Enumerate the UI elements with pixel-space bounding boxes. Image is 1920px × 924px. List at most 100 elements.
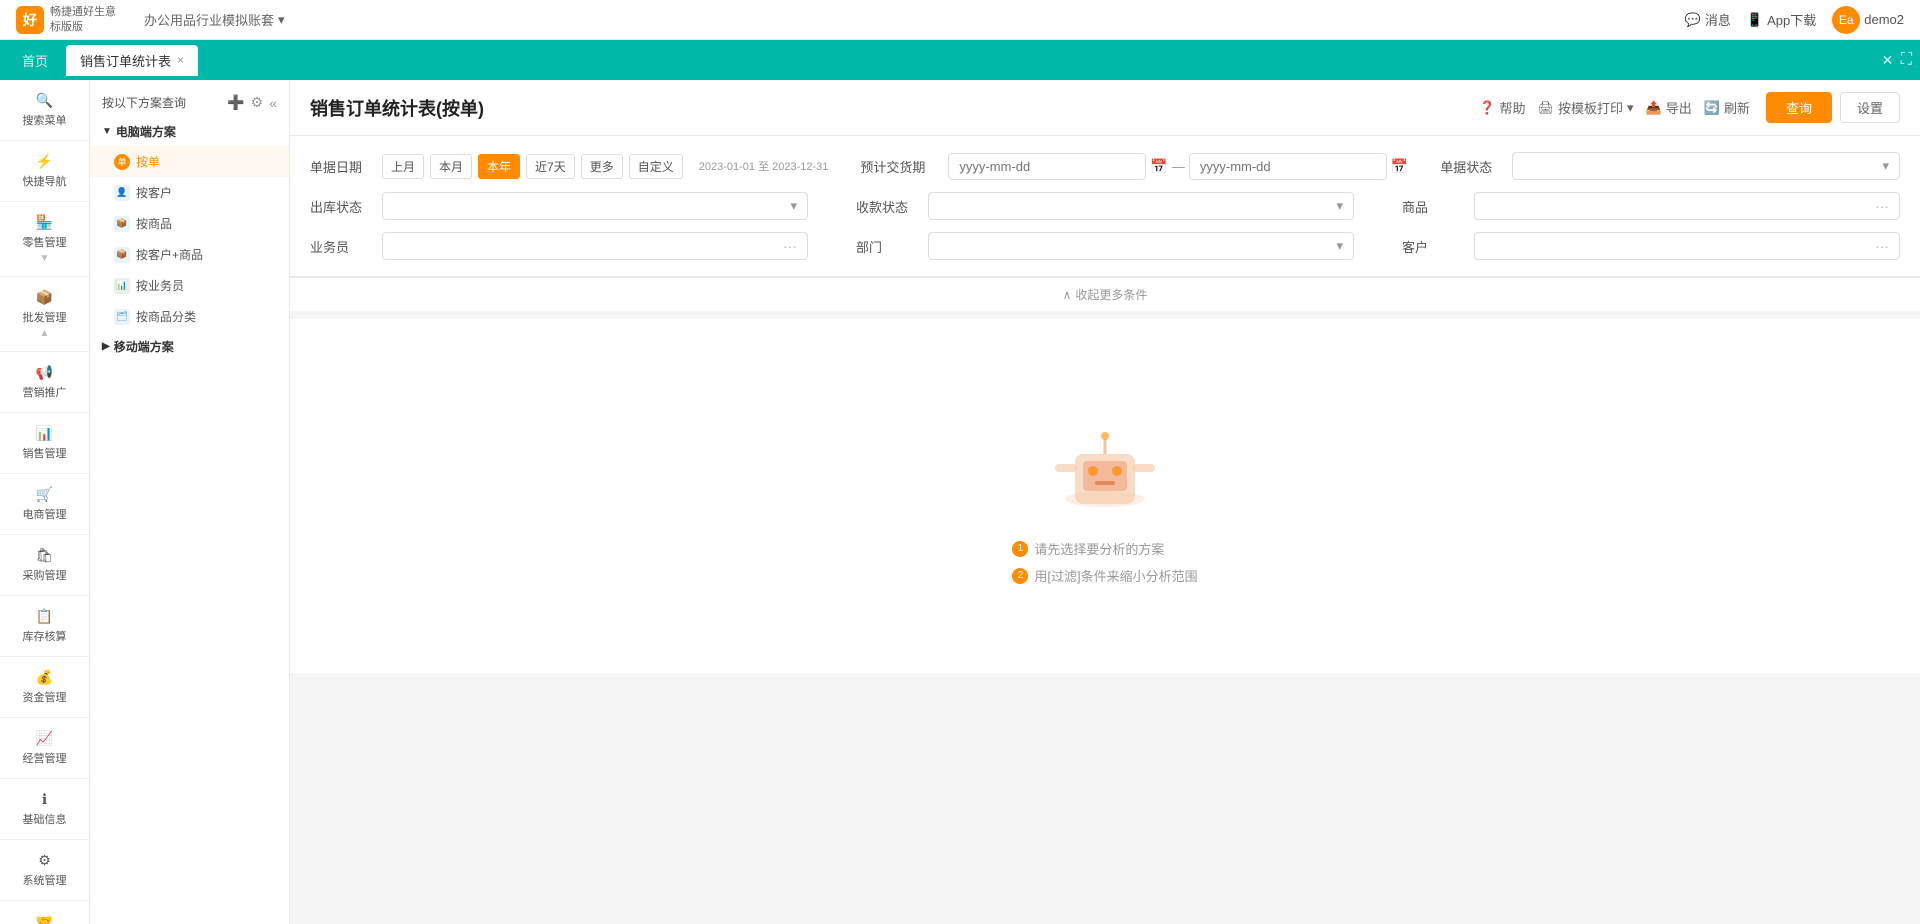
filter-expected-delivery: 📅 — 📅 <box>948 153 1408 180</box>
expected-date-from[interactable] <box>948 153 1146 180</box>
scheme-item-icon-customer: 👤 <box>114 185 130 201</box>
scheme-item-icon-product: 📦 <box>114 216 130 232</box>
tab-close-icon[interactable]: × <box>177 53 184 67</box>
scheme-group-title-mobile[interactable]: ▶ 移动端方案 <box>90 332 289 361</box>
scheme-group-title-desktop[interactable]: ▼ 电脑端方案 <box>90 117 289 146</box>
scheme-item-by-salesperson[interactable]: 📊 按业务员 <box>90 270 289 301</box>
sidebar-item-sales[interactable]: 📊 销售管理 <box>0 413 89 474</box>
salesperson-select[interactable]: ··· <box>382 232 808 260</box>
sidebar: 🔍 搜索菜单 ⚡ 快捷导航 🏪 零售管理 ▼ 📦 批发管理 ▲ 📢 营销推广 📊… <box>0 80 90 924</box>
breadcrumb[interactable]: 办公用品行业模拟账套 ▾ <box>144 10 285 29</box>
query-button[interactable]: 查询 <box>1766 92 1832 123</box>
expected-date-to[interactable] <box>1189 153 1387 180</box>
settings-button[interactable]: 设置 <box>1840 92 1900 123</box>
sidebar-item-wholesale[interactable]: 📦 批发管理 ▲ <box>0 277 89 352</box>
shipping-select-arrow-icon: ▾ <box>790 198 797 214</box>
date-btn-7days[interactable]: 近7天 <box>526 154 575 179</box>
date-btn-more[interactable]: 更多 <box>581 154 623 179</box>
print-template-btn[interactable]: 🖨 按模板打印 ▾ <box>1538 98 1634 117</box>
sidebar-item-retail[interactable]: 🏪 零售管理 ▼ <box>0 202 89 277</box>
inventory-icon: 📋 <box>36 608 53 625</box>
sidebar-item-marketing[interactable]: 📢 营销推广 <box>0 352 89 413</box>
wholesale-expand-icon: ▲ <box>40 328 50 339</box>
page-actions: ❓ 帮助 🖨 按模板打印 ▾ 📤 导出 🔄 <box>1479 98 1750 117</box>
scheme-group-mobile-arrow-icon: ▶ <box>102 341 110 352</box>
date-label: 单据日期 <box>310 157 366 176</box>
top-bar-right: 💬 消息 📱 App下载 Ea demo2 <box>1685 6 1904 34</box>
filter-row-3: 业务员 ··· 部门 ▾ 客户 ··· <box>310 232 1900 260</box>
scheme-item-by-order[interactable]: 单 按单 <box>90 146 289 177</box>
top-bar: 好 畅捷通好生意 标版版 办公用品行业模拟账套 ▾ 💬 消息 📱 App下载 E… <box>0 0 1920 40</box>
calendar-icon-to[interactable]: 📅 <box>1391 158 1408 175</box>
quick-nav-icon: ⚡ <box>36 153 53 170</box>
export-btn[interactable]: 📤 导出 <box>1646 98 1692 117</box>
goods-select[interactable]: ··· <box>1474 192 1900 220</box>
retail-expand-icon: ▼ <box>40 253 50 264</box>
sidebar-item-finance[interactable]: 💰 资金管理 <box>0 657 89 718</box>
message-btn[interactable]: 💬 消息 <box>1685 10 1731 29</box>
sidebar-item-operation[interactable]: 📈 经营管理 <box>0 718 89 779</box>
department-select-arrow-icon: ▾ <box>1336 238 1343 254</box>
shipping-status-select[interactable]: ▾ <box>382 192 808 220</box>
basic-icon: ℹ <box>42 791 47 808</box>
scheme-group-arrow-icon: ▼ <box>102 126 112 137</box>
date-btn-this-month[interactable]: 本月 <box>430 154 472 179</box>
date-btn-last-month[interactable]: 上月 <box>382 154 424 179</box>
tab-maximize-icon[interactable]: ⛶ <box>1901 51 1912 69</box>
scheme-add-icon[interactable]: ➕ <box>227 94 244 111</box>
filter-row-2: 出库状态 ▾ 收款状态 ▾ 商品 ··· <box>310 192 1900 220</box>
help-btn[interactable]: ❓ 帮助 <box>1479 98 1525 117</box>
logo-text: 畅捷通好生意 标版版 <box>50 5 116 34</box>
status-select[interactable]: ▾ <box>1512 152 1900 180</box>
scheme-collapse-icon[interactable]: « <box>269 95 277 111</box>
status-select-arrow-icon: ▾ <box>1882 158 1889 174</box>
logo-area: 好 畅捷通好生意 标版版 <box>16 5 116 34</box>
scheme-item-by-customer[interactable]: 👤 按客户 <box>90 177 289 208</box>
message-icon: 💬 <box>1685 12 1701 28</box>
date-range-text: 2023-01-01 至 2023-12-31 <box>699 158 829 174</box>
sidebar-item-ecommerce[interactable]: 🛒 电商管理 <box>0 474 89 535</box>
system-icon: ⚙ <box>38 852 51 869</box>
tab-home[interactable]: 首页 <box>8 45 62 76</box>
main-layout: 🔍 搜索菜单 ⚡ 快捷导航 🏪 零售管理 ▼ 📦 批发管理 ▲ 📢 营销推广 📊… <box>0 80 1920 924</box>
customer-select[interactable]: ··· <box>1474 232 1900 260</box>
tab-sales-order-stat[interactable]: 销售订单统计表 × <box>66 45 198 76</box>
app-download-btn[interactable]: 📱 App下载 <box>1747 10 1816 29</box>
calendar-icon-from[interactable]: 📅 <box>1150 158 1167 175</box>
tab-minimize-icon[interactable]: × <box>1882 50 1893 71</box>
sidebar-item-quick-nav[interactable]: ⚡ 快捷导航 <box>0 141 89 202</box>
scheme-item-by-customer-product[interactable]: 📦 按客户+商品 <box>90 239 289 270</box>
refresh-btn[interactable]: 🔄 刷新 <box>1704 98 1750 117</box>
salesperson-dots-icon[interactable]: ··· <box>783 238 797 254</box>
payment-status-select[interactable]: ▾ <box>928 192 1354 220</box>
sidebar-item-corp[interactable]: 🤝 企业协同 <box>0 901 89 924</box>
sales-icon: 📊 <box>36 425 53 442</box>
expected-delivery-label: 预计交货期 <box>860 157 932 176</box>
scheme-item-by-product-category[interactable]: 🗂 按商品分类 <box>90 301 289 332</box>
refresh-icon: 🔄 <box>1704 100 1720 116</box>
sidebar-item-basic[interactable]: ℹ 基础信息 <box>0 779 89 840</box>
scheme-panel-header: 按以下方案查询 ➕ ⚙ « <box>90 88 289 117</box>
avatar: Ea <box>1832 6 1860 34</box>
sidebar-item-inventory[interactable]: 📋 库存核算 <box>0 596 89 657</box>
shipping-status-label: 出库状态 <box>310 197 366 216</box>
sidebar-item-system[interactable]: ⚙ 系统管理 <box>0 840 89 901</box>
date-divider: — <box>1172 159 1185 174</box>
retail-icon: 🏪 <box>36 214 53 231</box>
date-btn-this-year[interactable]: 本年 <box>478 154 520 179</box>
scheme-item-by-product[interactable]: 📦 按商品 <box>90 208 289 239</box>
goods-dots-icon[interactable]: ··· <box>1875 198 1889 214</box>
collapse-icon: ∧ <box>1063 288 1072 302</box>
user-profile[interactable]: Ea demo2 <box>1832 6 1904 34</box>
scheme-item-icon-sales: 📊 <box>114 278 130 294</box>
salesperson-label: 业务员 <box>310 237 366 256</box>
sidebar-item-purchase[interactable]: 🛍 采购管理 <box>0 535 89 596</box>
collapse-filters-btn[interactable]: ∧ 收起更多条件 <box>290 277 1920 311</box>
sidebar-item-search-menu[interactable]: 🔍 搜索菜单 <box>0 80 89 141</box>
department-select[interactable]: ▾ <box>928 232 1354 260</box>
scheme-settings-icon[interactable]: ⚙ <box>251 94 264 111</box>
customer-dots-icon[interactable]: ··· <box>1875 238 1889 254</box>
page-title: 销售订单统计表(按单) <box>310 95 484 121</box>
breadcrumb-arrow[interactable]: ▾ <box>278 12 285 28</box>
date-btn-custom[interactable]: 自定义 <box>629 154 683 179</box>
